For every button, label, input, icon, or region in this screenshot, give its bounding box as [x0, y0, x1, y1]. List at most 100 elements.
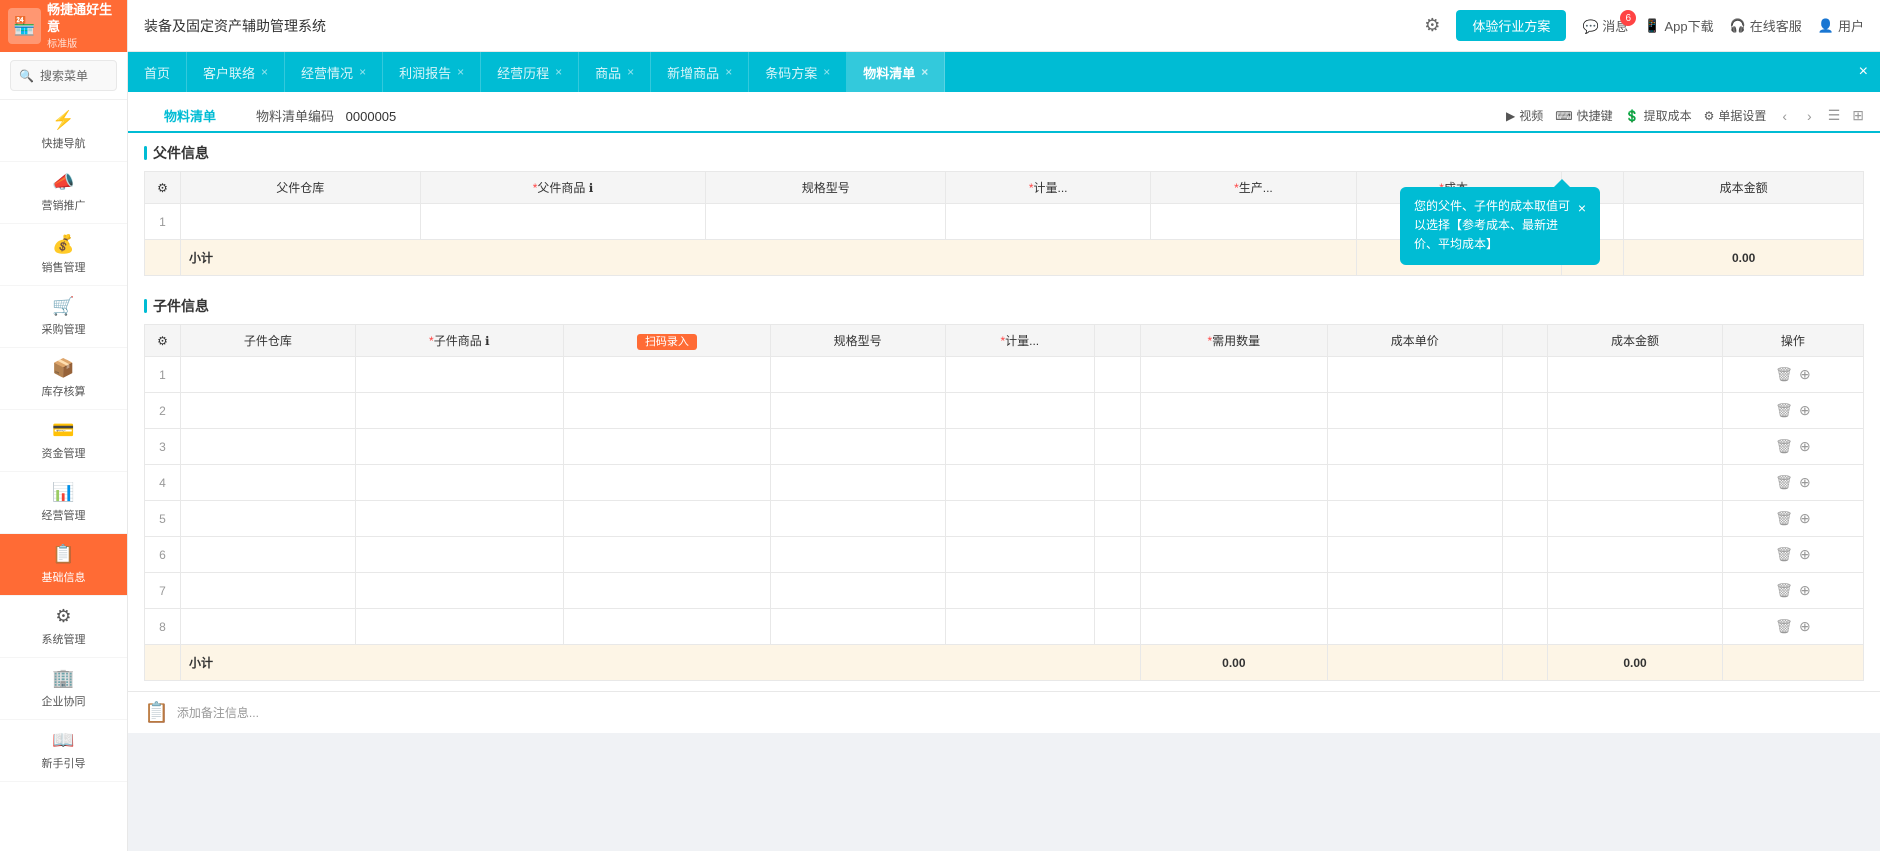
sidebar-item-basic[interactable]: 📋 基础信息: [0, 534, 127, 596]
tab-customer[interactable]: 客户联络 ×: [187, 52, 285, 92]
unit-cell[interactable]: [945, 465, 1095, 501]
tab-profit[interactable]: 利润报告 ×: [383, 52, 481, 92]
unit-cell[interactable]: [945, 573, 1095, 609]
delete-row-4-button[interactable]: 🗑: [1775, 474, 1793, 491]
sidebar-item-quick-nav[interactable]: ⚡ 快捷导航: [0, 100, 127, 162]
spec-cell[interactable]: [770, 573, 945, 609]
th-scan[interactable]: 扫码录入: [564, 325, 771, 357]
quantity-cell[interactable]: [1140, 501, 1327, 537]
sidebar-item-sales[interactable]: 💰 销售管理: [0, 224, 127, 286]
delete-row-3-button[interactable]: 🗑: [1775, 438, 1793, 455]
child-goods-cell[interactable]: [355, 429, 563, 465]
unit-cell[interactable]: [945, 357, 1095, 393]
sidebar-item-marketing[interactable]: 📣 营销推广: [0, 162, 127, 224]
sidebar-item-operation[interactable]: 📊 经营管理: [0, 472, 127, 534]
list-view-icon[interactable]: ☰: [1828, 107, 1841, 124]
spec-cell[interactable]: [770, 393, 945, 429]
delete-row-7-button[interactable]: 🗑: [1775, 582, 1793, 599]
spec-cell[interactable]: [770, 429, 945, 465]
tab-history[interactable]: 经营历程 ×: [481, 52, 579, 92]
child-goods-cell[interactable]: [355, 465, 563, 501]
spec-cell[interactable]: [770, 357, 945, 393]
shortcut-button[interactable]: ⌨ 快捷键: [1555, 107, 1612, 124]
sidebar-item-system[interactable]: ⚙ 系统管理: [0, 596, 127, 658]
child-goods-cell[interactable]: [355, 609, 563, 645]
child-warehouse-cell[interactable]: [181, 537, 356, 573]
sidebar-item-guide[interactable]: 📖 新手引导: [0, 720, 127, 782]
quantity-cell[interactable]: [1140, 537, 1327, 573]
receipt-settings-button[interactable]: ⚙ 单据设置: [1704, 107, 1767, 124]
copy-row-6-button[interactable]: ⊕: [1799, 546, 1811, 563]
child-warehouse-cell[interactable]: [181, 465, 356, 501]
child-warehouse-cell[interactable]: [181, 429, 356, 465]
unit-cost-cell[interactable]: [1327, 537, 1502, 573]
unit-cell[interactable]: [945, 501, 1095, 537]
close-all-tabs[interactable]: ×: [1847, 63, 1880, 81]
spec-cell[interactable]: [770, 465, 945, 501]
child-goods-cell[interactable]: [355, 573, 563, 609]
child-goods-cell[interactable]: [355, 537, 563, 573]
delete-row-1-button[interactable]: 🗑: [1775, 366, 1793, 383]
spec-cell[interactable]: [770, 501, 945, 537]
sidebar-item-enterprise[interactable]: 🏢 企业协同: [0, 658, 127, 720]
online-service-button[interactable]: 🎧 在线客服: [1730, 16, 1802, 35]
tab-barcode-close[interactable]: ×: [823, 65, 830, 79]
child-warehouse-cell[interactable]: [181, 357, 356, 393]
tab-bom[interactable]: 物料清单 ×: [847, 52, 945, 92]
trial-button[interactable]: 体验行业方案: [1456, 10, 1566, 41]
sub-tab-bom-code[interactable]: 物料清单编码 0000005: [236, 100, 416, 133]
settings-icon[interactable]: ⚙: [1424, 15, 1440, 36]
tab-bom-close[interactable]: ×: [921, 65, 928, 79]
delete-row-2-button[interactable]: 🗑: [1775, 402, 1793, 419]
message-badge[interactable]: 💬 6 消息: [1582, 16, 1628, 35]
tab-goods[interactable]: 商品 ×: [579, 52, 651, 92]
tab-barcode[interactable]: 条码方案 ×: [749, 52, 847, 92]
note-placeholder[interactable]: 添加备注信息...: [177, 704, 259, 721]
copy-row-5-button[interactable]: ⊕: [1799, 510, 1811, 527]
child-warehouse-cell[interactable]: [181, 573, 356, 609]
production-cell[interactable]: [1151, 204, 1356, 240]
spec-cell[interactable]: [706, 204, 946, 240]
spec-cell[interactable]: [770, 609, 945, 645]
video-button[interactable]: ▶ 视频: [1506, 107, 1543, 124]
delete-row-6-button[interactable]: 🗑: [1775, 546, 1793, 563]
unit-cost-cell[interactable]: [1327, 609, 1502, 645]
copy-row-7-button[interactable]: ⊕: [1799, 582, 1811, 599]
copy-row-8-button[interactable]: ⊕: [1799, 618, 1811, 635]
unit-cost-cell[interactable]: [1327, 501, 1502, 537]
child-warehouse-cell[interactable]: [181, 501, 356, 537]
quantity-cell[interactable]: [1140, 465, 1327, 501]
copy-row-1-button[interactable]: ⊕: [1799, 366, 1811, 383]
tab-history-close[interactable]: ×: [555, 65, 562, 79]
extract-cost-button[interactable]: 💲 提取成本: [1625, 107, 1692, 124]
tab-operations[interactable]: 经营情况 ×: [285, 52, 383, 92]
tab-goods-close[interactable]: ×: [627, 65, 634, 79]
quantity-cell[interactable]: [1140, 609, 1327, 645]
note-icon[interactable]: 📋: [144, 700, 169, 725]
parent-warehouse-cell[interactable]: [181, 204, 421, 240]
tab-home[interactable]: 首页: [128, 52, 187, 92]
unit-cost-cell[interactable]: [1327, 429, 1502, 465]
sidebar-item-inventory[interactable]: 📦 库存核算: [0, 348, 127, 410]
tab-profit-close[interactable]: ×: [457, 65, 464, 79]
copy-row-4-button[interactable]: ⊕: [1799, 474, 1811, 491]
app-download-button[interactable]: 📱 App下载: [1644, 16, 1713, 35]
tab-operations-close[interactable]: ×: [359, 65, 366, 79]
unit-cost-cell[interactable]: [1327, 393, 1502, 429]
quantity-cell[interactable]: [1140, 393, 1327, 429]
delete-row-8-button[interactable]: 🗑: [1775, 618, 1793, 635]
child-warehouse-cell[interactable]: [181, 393, 356, 429]
tab-customer-close[interactable]: ×: [261, 65, 268, 79]
quantity-cell[interactable]: [1140, 573, 1327, 609]
spec-cell[interactable]: [770, 537, 945, 573]
unit-cell[interactable]: [945, 393, 1095, 429]
tab-new-goods[interactable]: 新增商品 ×: [651, 52, 749, 92]
unit-cost-cell[interactable]: [1327, 465, 1502, 501]
child-warehouse-cell[interactable]: [181, 609, 356, 645]
sidebar-item-finance[interactable]: 💳 资金管理: [0, 410, 127, 472]
sub-tab-bom-list[interactable]: 物料清单: [144, 100, 236, 133]
user-button[interactable]: 👤 用户: [1818, 16, 1864, 35]
child-goods-cell[interactable]: [355, 393, 563, 429]
tab-new-goods-close[interactable]: ×: [725, 65, 732, 79]
child-goods-cell[interactable]: [355, 501, 563, 537]
